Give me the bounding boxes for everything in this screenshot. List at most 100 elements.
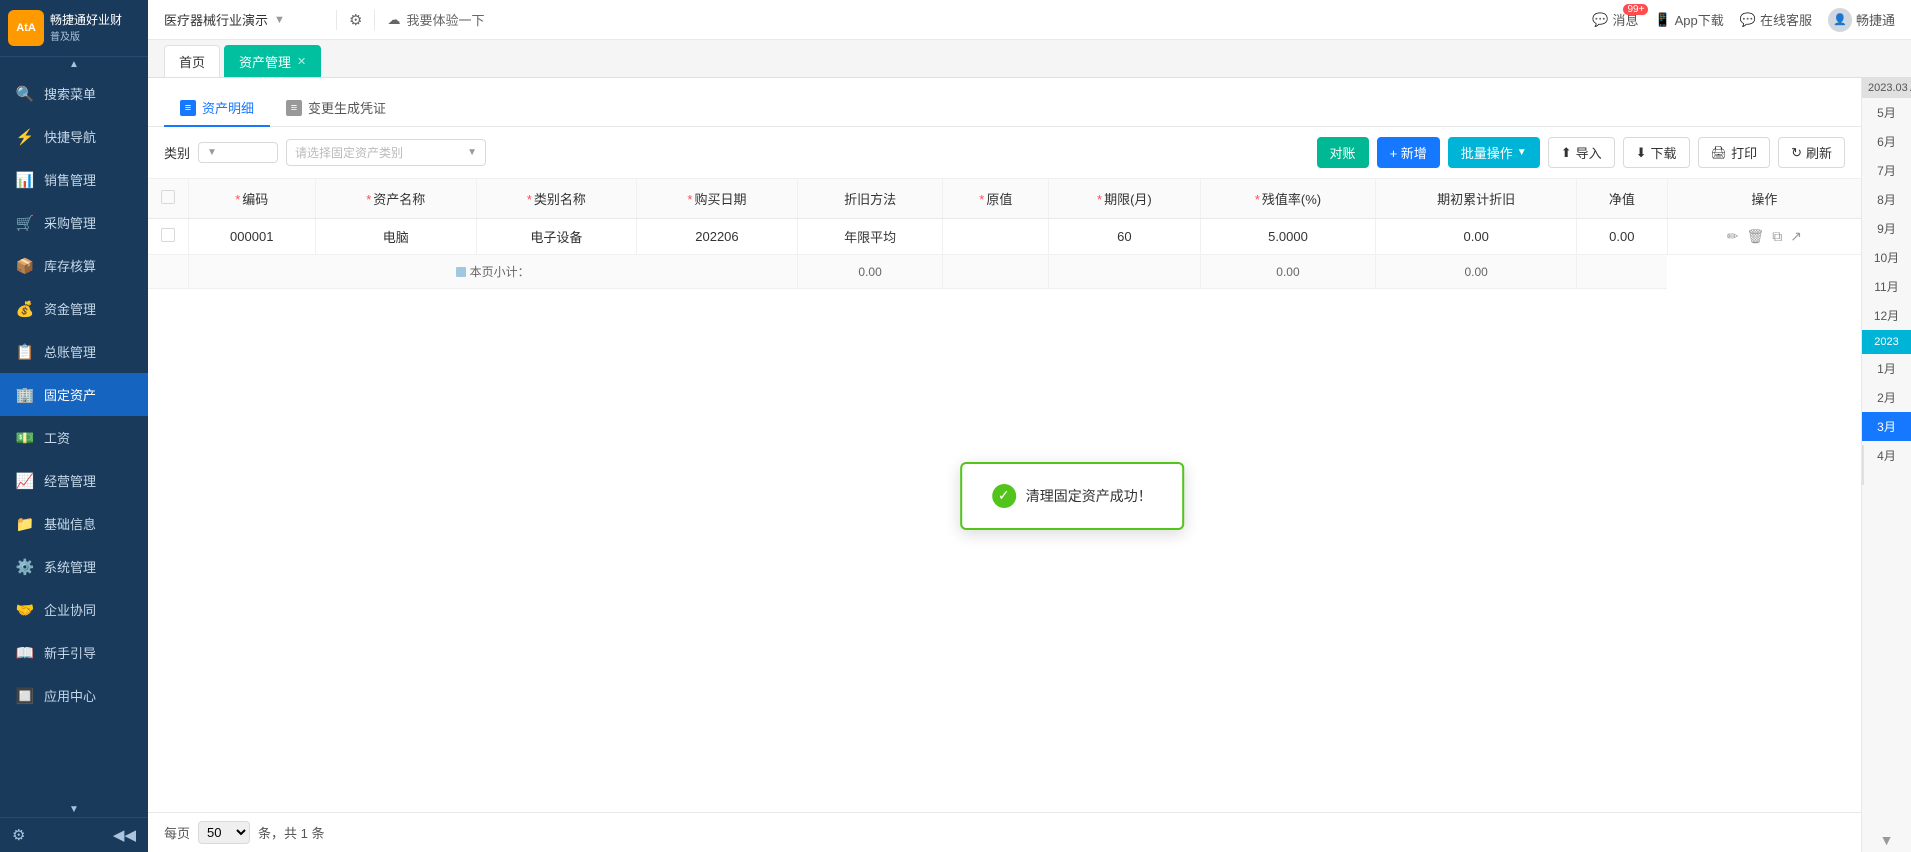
refresh-icon: ↻ (1791, 145, 1802, 161)
month-7[interactable]: 7月 (1862, 156, 1911, 185)
edit-icon[interactable]: ✏ (1727, 228, 1739, 245)
tab-home-label: 首页 (179, 52, 205, 71)
toast-message: 清理固定资产成功！ (1026, 486, 1152, 506)
sidebar-scroll-up[interactable]: ▲ (0, 57, 148, 72)
download-button[interactable]: ⬇ 下载 (1623, 137, 1690, 168)
subtab-change-voucher[interactable]: ≡ 变更生成凭证 (270, 90, 402, 127)
month-5[interactable]: 5月 (1862, 98, 1911, 127)
per-page-select[interactable]: 50 10 20 100 (198, 821, 250, 844)
sidebar-label-enterprise: 企业协同 (44, 600, 96, 619)
sidebar-item-operations[interactable]: 📈 经营管理 (0, 459, 148, 502)
sidebar-item-enterprise[interactable]: 🤝 企业协同 (0, 588, 148, 631)
copy-icon[interactable]: ⧉ (1772, 228, 1782, 245)
subtab-asset-detail[interactable]: ≡ 资产明细 (164, 90, 270, 127)
new-button[interactable]: + 新增 (1377, 137, 1440, 168)
reconcile-button[interactable]: 对账 (1317, 137, 1369, 168)
toast-overlay: ✓ 清理固定资产成功！ (960, 462, 1184, 530)
batch-ops-label: 批量操作 (1461, 143, 1513, 162)
td-residual-rate: 5.0000 (1200, 219, 1376, 255)
tab-asset-mgmt[interactable]: 资产管理 ✕ (224, 45, 321, 77)
import-icon: ⬆ (1561, 145, 1572, 161)
collapse-icon[interactable]: ◀◀ (113, 826, 136, 844)
topbar-divider2 (374, 10, 375, 30)
online-service-button[interactable]: 💬 在线客服 (1740, 10, 1812, 29)
month-12[interactable]: 12月 (1862, 301, 1911, 330)
sidebar-label-app-center: 应用中心 (44, 686, 96, 705)
experience-button[interactable]: ☁ 我要体验一下 (387, 10, 484, 29)
month-11[interactable]: 11月 (1862, 272, 1911, 301)
row-checkbox[interactable] (161, 228, 175, 242)
sidebar-item-finance[interactable]: 💰 资金管理 (0, 287, 148, 330)
sidebar-item-tutorial[interactable]: 📖 新手引导 (0, 631, 148, 674)
sidebar-item-purchase[interactable]: 🛒 采购管理 (0, 201, 148, 244)
select-all-checkbox[interactable] (161, 190, 175, 204)
more-icon[interactable]: ↗ (1790, 228, 1802, 245)
month-4[interactable]: 4月 (1862, 441, 1911, 470)
sidebar-item-quick-nav[interactable]: ⚡ 快捷导航 (0, 115, 148, 158)
panel-scroll-down[interactable]: ▼ (1862, 828, 1911, 852)
sidebar-item-basic-info[interactable]: 📁 基础信息 (0, 502, 148, 545)
sidebar-item-ledger[interactable]: 📋 总账管理 (0, 330, 148, 373)
th-residual-rate: *残值率(%) (1200, 179, 1376, 219)
table-header-row: *编码 *资产名称 *类别名称 *购买日期 折旧方法 *原值 *期限(月) *残… (148, 179, 1861, 219)
user-area[interactable]: 👤 畅捷通 (1828, 8, 1895, 32)
td-actions: ✏ 🗑 ⧉ ↗ (1667, 219, 1861, 255)
print-button[interactable]: 🖨 打印 (1698, 137, 1771, 168)
month-6[interactable]: 6月 (1862, 127, 1911, 156)
td-name: 电脑 (315, 219, 476, 255)
category-input[interactable]: 请选择固定资产类别 ▼ (286, 139, 486, 166)
messages-button[interactable]: 💬 消息 99+ (1592, 10, 1638, 29)
tutorial-icon: 📖 (16, 644, 34, 662)
pagination: 每页 50 10 20 100 条，共 1 条 (148, 812, 1861, 852)
category-filter-select[interactable]: ▼ (198, 142, 278, 163)
month-10[interactable]: 10月 (1862, 243, 1911, 272)
year-2023-marker: 2023 (1862, 330, 1911, 354)
sidebar-item-inventory[interactable]: 📦 库存核算 (0, 244, 148, 287)
batch-ops-button[interactable]: 批量操作 ▼ (1448, 137, 1540, 168)
app-download-button[interactable]: 📱 App下载 (1654, 10, 1723, 29)
app-center-icon: 🔲 (16, 687, 34, 705)
panel-year-label: 2023.03 (1868, 82, 1908, 94)
sidebar-item-system[interactable]: ⚙️ 系统管理 (0, 545, 148, 588)
td-net-value: 0.00 (1576, 219, 1667, 255)
month-9[interactable]: 9月 (1862, 214, 1911, 243)
th-original-value: *原值 (943, 179, 1049, 219)
sidebar-label-sales: 销售管理 (44, 170, 96, 189)
delete-icon[interactable]: 🗑 (1746, 228, 1764, 245)
sidebar-item-salary[interactable]: 💵 工资 (0, 416, 148, 459)
settings-gear-icon[interactable]: ⚙ (349, 11, 362, 29)
month-3-active[interactable]: 3月 (1862, 412, 1911, 441)
search-icon: 🔍 (16, 85, 34, 103)
td-subtotal-empty3 (1049, 255, 1200, 289)
td-purchase-date: 202206 (637, 219, 798, 255)
sidebar-label-inventory: 库存核算 (44, 256, 96, 275)
enterprise-icon: 🤝 (16, 601, 34, 619)
subtabs: ≡ 资产明细 ≡ 变更生成凭证 (148, 78, 1861, 127)
month-2[interactable]: 2月 (1862, 383, 1911, 412)
print-icon: 🖨 (1711, 145, 1728, 161)
sidebar-item-fixed-assets[interactable]: 🏢 固定资产 (0, 373, 148, 416)
sidebar-label-ledger: 总账管理 (44, 342, 96, 361)
tab-close-icon[interactable]: ✕ (297, 55, 306, 68)
panel-toggle-button[interactable]: ◀ (1861, 445, 1864, 485)
td-checkbox (148, 219, 188, 255)
experience-label: 我要体验一下 (406, 10, 484, 29)
month-8[interactable]: 8月 (1862, 185, 1911, 214)
td-category: 电子设备 (476, 219, 637, 255)
sidebar-item-sales[interactable]: 📊 销售管理 (0, 158, 148, 201)
sidebar-scroll-down[interactable]: ▼ (0, 802, 148, 817)
import-button[interactable]: ⬆ 导入 (1548, 137, 1615, 168)
sidebar-item-search[interactable]: 🔍 搜索菜单 (0, 72, 148, 115)
td-subtotal-ops (1576, 255, 1667, 289)
sidebar-label-purchase: 采购管理 (44, 213, 96, 232)
table-row: 000001 电脑 电子设备 202206 年限平均 60 5.0000 0.0… (148, 219, 1861, 255)
month-1[interactable]: 1月 (1862, 354, 1911, 383)
refresh-button[interactable]: ↻ 刷新 (1778, 137, 1845, 168)
sidebar-item-app-center[interactable]: 🔲 应用中心 (0, 674, 148, 717)
toast-check-icon: ✓ (992, 484, 1016, 508)
settings-icon[interactable]: ⚙ (12, 826, 25, 844)
company-selector[interactable]: 医疗器械行业演示 ▼ (164, 10, 324, 29)
panel-header: 2023.03 ▲ (1862, 78, 1911, 98)
print-label: 打印 (1731, 143, 1757, 162)
tab-home[interactable]: 首页 (164, 45, 220, 77)
